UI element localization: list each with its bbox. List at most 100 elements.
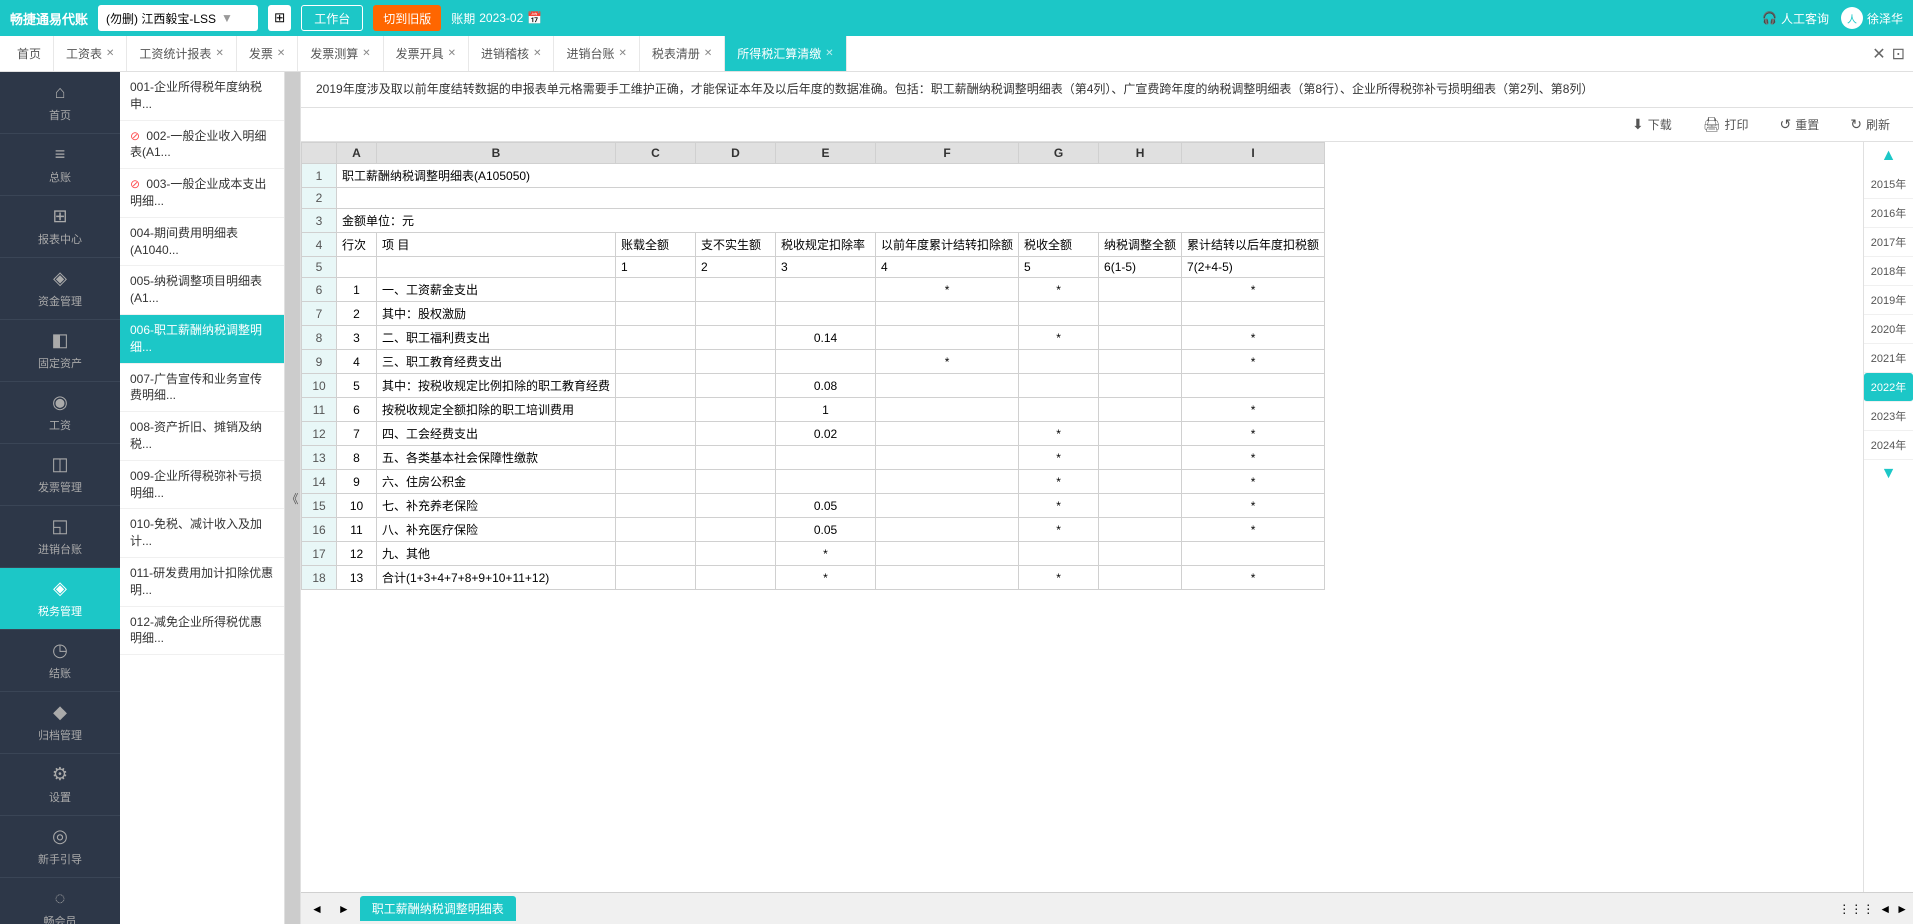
error-dot-icon: ⊘ (130, 177, 140, 191)
tab-sales-ledger[interactable]: 进销台账 ✕ (554, 36, 639, 71)
year-scroll-down[interactable]: ▼ (1864, 460, 1913, 488)
close-icon[interactable]: ✕ (277, 48, 285, 59)
sidebar-item-settlement[interactable]: ◷ 结账 (0, 630, 120, 692)
user-menu[interactable]: 人 徐泽华 (1841, 7, 1903, 29)
table-row[interactable]: 11 6 按税收规定全额扣除的职工培训费用 1 * (302, 398, 1325, 422)
maximize-icon[interactable]: ⊡ (1892, 44, 1905, 64)
table-row[interactable]: 14 9 六、住房公积金 * * (302, 470, 1325, 494)
sidebar-payroll-label: 工资 (49, 417, 71, 433)
sidebar-item-asset-mgmt[interactable]: ◈ 资金管理 (0, 258, 120, 320)
year-item-2018[interactable]: 2018年 (1864, 257, 1913, 286)
close-icon[interactable]: ✕ (533, 48, 541, 59)
subnav-item-008[interactable]: 008-资产折旧、摊销及纳税... (120, 412, 284, 461)
table-row[interactable]: 6 1 一、工资薪金支出 * * * (302, 278, 1325, 302)
close-window-icon[interactable]: ✕ (1872, 44, 1885, 64)
close-icon[interactable]: ✕ (825, 48, 833, 59)
close-icon[interactable]: ✕ (448, 48, 456, 59)
refresh-button[interactable]: ↻ 刷新 (1842, 113, 1898, 136)
subnav-item-003[interactable]: ⊘ 003-一般企业成本支出明细... (120, 169, 284, 218)
subnav-item-010[interactable]: 010-免税、减计收入及加计... (120, 509, 284, 558)
sidebar-item-fixed-assets[interactable]: ◧ 固定资产 (0, 320, 120, 382)
download-button[interactable]: ⬇ 下载 (1624, 113, 1680, 136)
tab-tax-clear[interactable]: 税表清册 ✕ (640, 36, 725, 71)
tab-tax-summary[interactable]: 所得税汇算清缴 ✕ (725, 36, 846, 71)
subnav-item-011[interactable]: 011-研发费用加计扣除优惠明... (120, 558, 284, 607)
sidebar-item-tax-mgmt[interactable]: ◈ 税务管理 (0, 568, 120, 630)
year-scroll-up[interactable]: ▲ (1864, 142, 1913, 170)
close-icon[interactable]: ✕ (618, 48, 626, 59)
refresh-label: 刷新 (1866, 116, 1890, 133)
table-row[interactable]: 7 2 其中：股权激励 (302, 302, 1325, 326)
sheet-nav-right[interactable]: ► (333, 902, 355, 916)
year-item-2017[interactable]: 2017年 (1864, 228, 1913, 257)
sidebar-item-new-guide[interactable]: ◎ 新手引导 (0, 816, 120, 878)
sidebar-item-archive-mgmt[interactable]: ◆ 归档管理 (0, 692, 120, 754)
sheet-nav-left[interactable]: ◄ (306, 902, 328, 916)
col-header-rownum (302, 143, 337, 164)
collapse-button[interactable]: 《 (285, 72, 301, 924)
table-row[interactable]: 9 4 三、职工教育经费支出 * * (302, 350, 1325, 374)
company-selector[interactable]: (勿删) 江西毅宝-LSS ▼ (98, 5, 258, 31)
scroll-left-icon[interactable]: ◄ (1879, 902, 1891, 916)
tab-invoice-calc[interactable]: 发票测算 ✕ (298, 36, 383, 71)
table-row[interactable]: 10 5 其中：按税收规定比例扣除的职工教育经费 0.08 (302, 374, 1325, 398)
calendar-icon[interactable]: 📅 (527, 11, 542, 25)
sidebar-item-report-center[interactable]: ⊞ 报表中心 (0, 196, 120, 258)
subnav-item-002[interactable]: ⊘ 002-一般企业收入明细表(A1... (120, 121, 284, 170)
table-row[interactable]: 17 12 九、其他 * (302, 542, 1325, 566)
scroll-right-icon[interactable]: ► (1896, 902, 1908, 916)
year-item-2022[interactable]: 2022年 (1864, 373, 1913, 402)
more-dots-icon[interactable]: ⋮⋮⋮ (1838, 902, 1874, 916)
subnav-item-004[interactable]: 004-期间费用明细表(A1040... (120, 218, 284, 267)
subnav-item-007[interactable]: 007-广告宣传和业务宣传费明细... (120, 364, 284, 413)
subnav-003-label: 003-一般企业成本支出明细... (130, 177, 266, 208)
sheet-main[interactable]: A B C D E F G H I (301, 142, 1863, 892)
year-item-2016[interactable]: 2016年 (1864, 199, 1913, 228)
table-row[interactable]: 12 7 四、工会经费支出 0.02 * * (302, 422, 1325, 446)
tab-home[interactable]: 首页 (5, 36, 54, 71)
close-icon[interactable]: ✕ (106, 48, 114, 59)
close-icon[interactable]: ✕ (362, 48, 370, 59)
close-icon[interactable]: ✕ (704, 48, 712, 59)
year-item-2020[interactable]: 2020年 (1864, 315, 1913, 344)
tab-purchase-check[interactable]: 进销稽核 ✕ (469, 36, 554, 71)
print-button[interactable]: 🖨 打印 (1695, 113, 1757, 136)
sidebar-item-payroll[interactable]: ◉ 工资 (0, 382, 120, 444)
subnav-item-001[interactable]: 001-企业所得税年度纳税申... (120, 72, 284, 121)
year-item-2021[interactable]: 2021年 (1864, 344, 1913, 373)
sidebar-item-settings[interactable]: ⚙ 设置 (0, 754, 120, 816)
tab-payroll[interactable]: 工资表 ✕ (54, 36, 127, 71)
sheet-tab-active[interactable]: 职工薪酬纳税调整明细表 (360, 896, 516, 921)
table-row[interactable]: 16 11 八、补充医疗保险 0.05 * * (302, 518, 1325, 542)
table-row[interactable]: 15 10 七、补充养老保险 0.05 * * (302, 494, 1325, 518)
sidebar-general-ledger-label: 总账 (49, 169, 71, 185)
workspace-button[interactable]: 工作台 (301, 5, 363, 31)
period-toggle-button[interactable]: 切到旧版 (373, 5, 441, 31)
tab-invoice[interactable]: 发票 ✕ (237, 36, 298, 71)
year-item-2015[interactable]: 2015年 (1864, 170, 1913, 199)
sidebar-item-home[interactable]: ⌂ 首页 (0, 72, 120, 134)
subnav-item-012[interactable]: 012-减免企业所得税优惠明细... (120, 607, 284, 656)
tab-invoice-open[interactable]: 发票开具 ✕ (384, 36, 469, 71)
col-header-C: C (616, 143, 696, 164)
sidebar-item-invoice-mgmt[interactable]: ◫ 发票管理 (0, 444, 120, 506)
subnav-item-005[interactable]: 005-纳税调整项目明细表(A1... (120, 266, 284, 315)
sidebar-item-general-ledger[interactable]: ≡ 总账 (0, 134, 120, 196)
table-row[interactable]: 8 3 二、职工福利费支出 0.14 * * (302, 326, 1325, 350)
close-icon[interactable]: ✕ (215, 48, 223, 59)
sidebar-item-member[interactable]: ◌ 畅会员 (0, 878, 120, 924)
reset-button[interactable]: ↺ 重置 (1772, 113, 1828, 136)
support-link[interactable]: 🎧 人工客询 (1762, 10, 1829, 27)
tab-payroll-report[interactable]: 工资统计报表 ✕ (127, 36, 236, 71)
logo: 畅捷通易代账 (10, 9, 88, 28)
copy-button[interactable]: ⊞ (268, 5, 291, 31)
year-item-2019[interactable]: 2019年 (1864, 286, 1913, 315)
year-item-2023[interactable]: 2023年 (1864, 402, 1913, 431)
table-row[interactable]: 13 8 五、各类基本社会保障性缴款 * * (302, 446, 1325, 470)
table-row[interactable]: 18 13 合计(1+3+4+7+8+9+10+11+12) * * * (302, 566, 1325, 590)
subnav-item-006[interactable]: 006-职工薪酬纳税调整明细... (120, 315, 284, 364)
member-icon: ◌ (55, 888, 66, 909)
sidebar-item-sales-purchase[interactable]: ◱ 进销台账 (0, 506, 120, 568)
year-item-2024[interactable]: 2024年 (1864, 431, 1913, 460)
subnav-item-009[interactable]: 009-企业所得税弥补亏损明细... (120, 461, 284, 510)
